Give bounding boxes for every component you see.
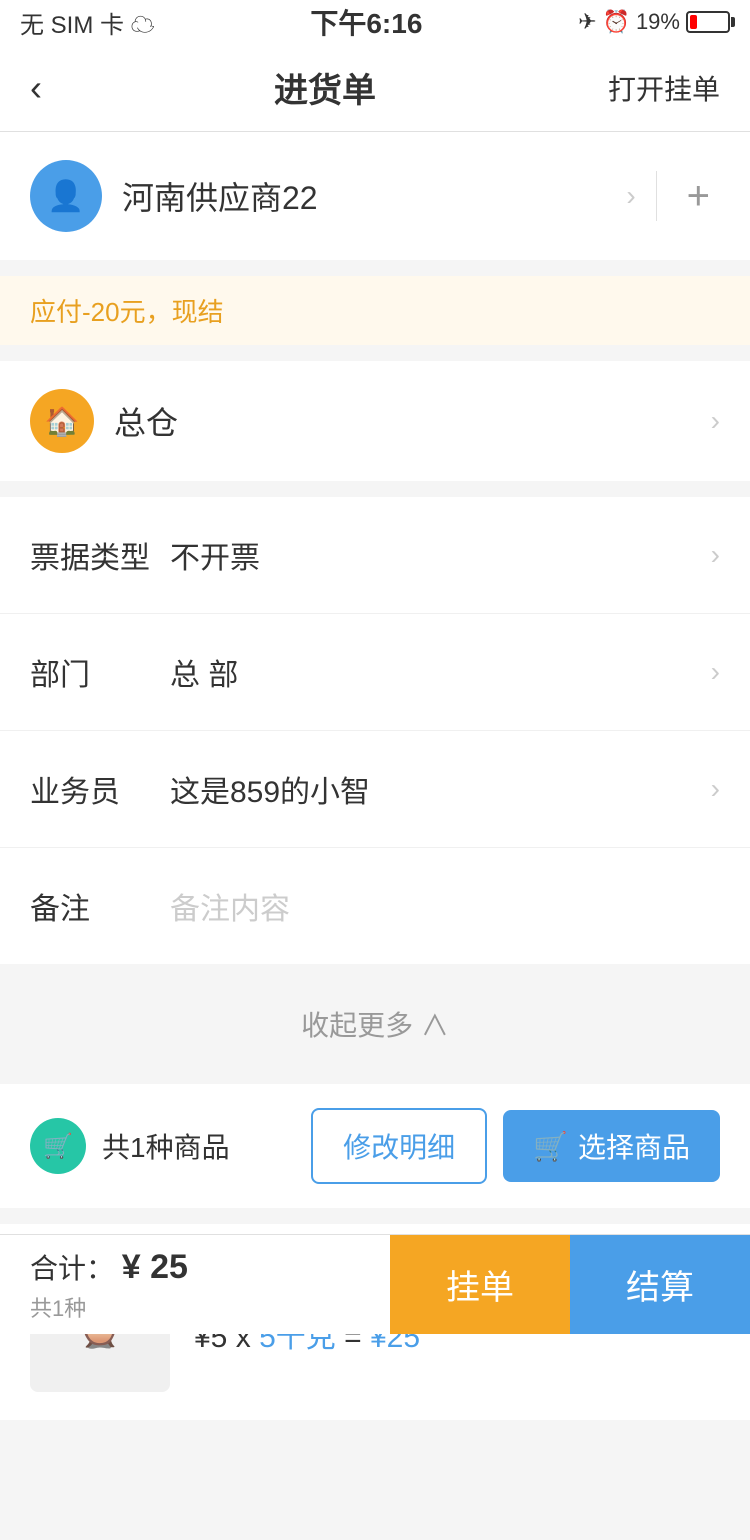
open-pending-button[interactable]: 打开挂单 — [608, 68, 720, 108]
alarm-icon: ⏰ — [603, 9, 630, 35]
notice-banner: 应付-20元，现结 — [0, 276, 750, 345]
collapse-more-label: 收起更多 ∧ — [301, 1010, 449, 1041]
status-time: 下午6:16 — [310, 2, 422, 42]
total-label: 合计： — [30, 1253, 114, 1284]
salesperson-label: 业务员 — [30, 767, 170, 811]
status-left: 无 SIM 卡 ☁ — [20, 5, 155, 40]
remark-label: 备注 — [30, 884, 170, 928]
form-section: 票据类型 不开票 › 部门 总 部 › 业务员 这是859的小智 › 备注 备注… — [0, 497, 750, 964]
total-amount: ¥ 25 — [122, 1248, 188, 1286]
warehouse-section[interactable]: 🏠 总仓 › — [0, 361, 750, 481]
collapse-more-button[interactable]: 收起更多 ∧ — [0, 980, 750, 1068]
chevron-right-icon: › — [711, 405, 720, 437]
settle-label: 结算 — [626, 1260, 694, 1309]
cart-icon: 🛒 — [43, 1132, 73, 1161]
chevron-right-icon: › — [711, 773, 720, 805]
house-icon: 🏠 — [45, 405, 80, 438]
supplier-avatar: 👤 — [30, 160, 102, 232]
remark-row[interactable]: 备注 备注内容 — [0, 847, 750, 964]
select-icon: 🛒 — [533, 1130, 568, 1163]
supplier-section: 👤 河南供应商22 › + — [0, 132, 750, 260]
select-label: 选择商品 — [578, 1126, 690, 1166]
salesperson-row[interactable]: 业务员 这是859的小智 › — [0, 730, 750, 847]
department-value: 总 部 — [170, 650, 701, 694]
ticket-type-value: 不开票 — [170, 533, 701, 577]
remark-placeholder: 备注内容 — [170, 884, 720, 928]
chevron-right-icon: › — [711, 539, 720, 571]
products-count: 共1种商品 — [102, 1126, 295, 1166]
products-section: 🛒 共1种商品 修改明细 🛒 选择商品 — [0, 1084, 750, 1208]
total-section: 合计： ¥ 25 共1种 — [0, 1235, 390, 1334]
chevron-right-icon: › — [626, 180, 635, 212]
chevron-right-icon: › — [711, 656, 720, 688]
warehouse-row[interactable]: 🏠 总仓 › — [0, 361, 750, 481]
salesperson-value: 这是859的小智 — [170, 767, 701, 811]
hang-order-label: 挂单 — [446, 1260, 514, 1309]
status-right: ✈ ⏰ 19% — [578, 9, 730, 35]
select-product-button[interactable]: 🛒 选择商品 — [503, 1110, 720, 1182]
department-label: 部门 — [30, 650, 170, 694]
products-header: 🛒 共1种商品 修改明细 🛒 选择商品 — [0, 1084, 750, 1208]
notice-text: 应付-20元，现结 — [30, 297, 224, 327]
bottom-bar: 合计： ¥ 25 共1种 挂单 结算 — [0, 1234, 750, 1334]
battery-percent: 19% — [636, 9, 680, 35]
status-bar: 无 SIM 卡 ☁ 下午6:16 ✈ ⏰ 19% — [0, 0, 750, 44]
nav-bar: ‹ 进货单 打开挂单 — [0, 44, 750, 132]
warehouse-icon: 🏠 — [30, 389, 94, 453]
battery-icon — [686, 11, 730, 33]
hang-order-button[interactable]: 挂单 — [390, 1235, 570, 1334]
settle-button[interactable]: 结算 — [570, 1235, 750, 1334]
location-icon: ✈ — [578, 9, 596, 35]
ticket-type-row[interactable]: 票据类型 不开票 › — [0, 497, 750, 613]
add-supplier-button[interactable]: + — [677, 174, 720, 219]
ticket-type-label: 票据类型 — [30, 533, 170, 577]
page-title: 进货单 — [274, 63, 376, 112]
avatar-icon: 👤 — [47, 179, 84, 214]
sim-status: 无 SIM 卡 ☁ — [20, 5, 155, 40]
total-row: 合计： ¥ 25 — [30, 1247, 360, 1287]
warehouse-name: 总仓 — [114, 398, 701, 444]
divider — [656, 171, 657, 221]
supplier-name: 河南供应商22 — [122, 173, 616, 219]
supplier-row[interactable]: 👤 河南供应商22 › + — [0, 132, 750, 260]
total-count: 共1种 — [30, 1291, 360, 1323]
edit-details-button[interactable]: 修改明细 — [311, 1108, 487, 1184]
products-icon: 🛒 — [30, 1118, 86, 1174]
back-button[interactable]: ‹ — [30, 67, 42, 109]
department-row[interactable]: 部门 总 部 › — [0, 613, 750, 730]
